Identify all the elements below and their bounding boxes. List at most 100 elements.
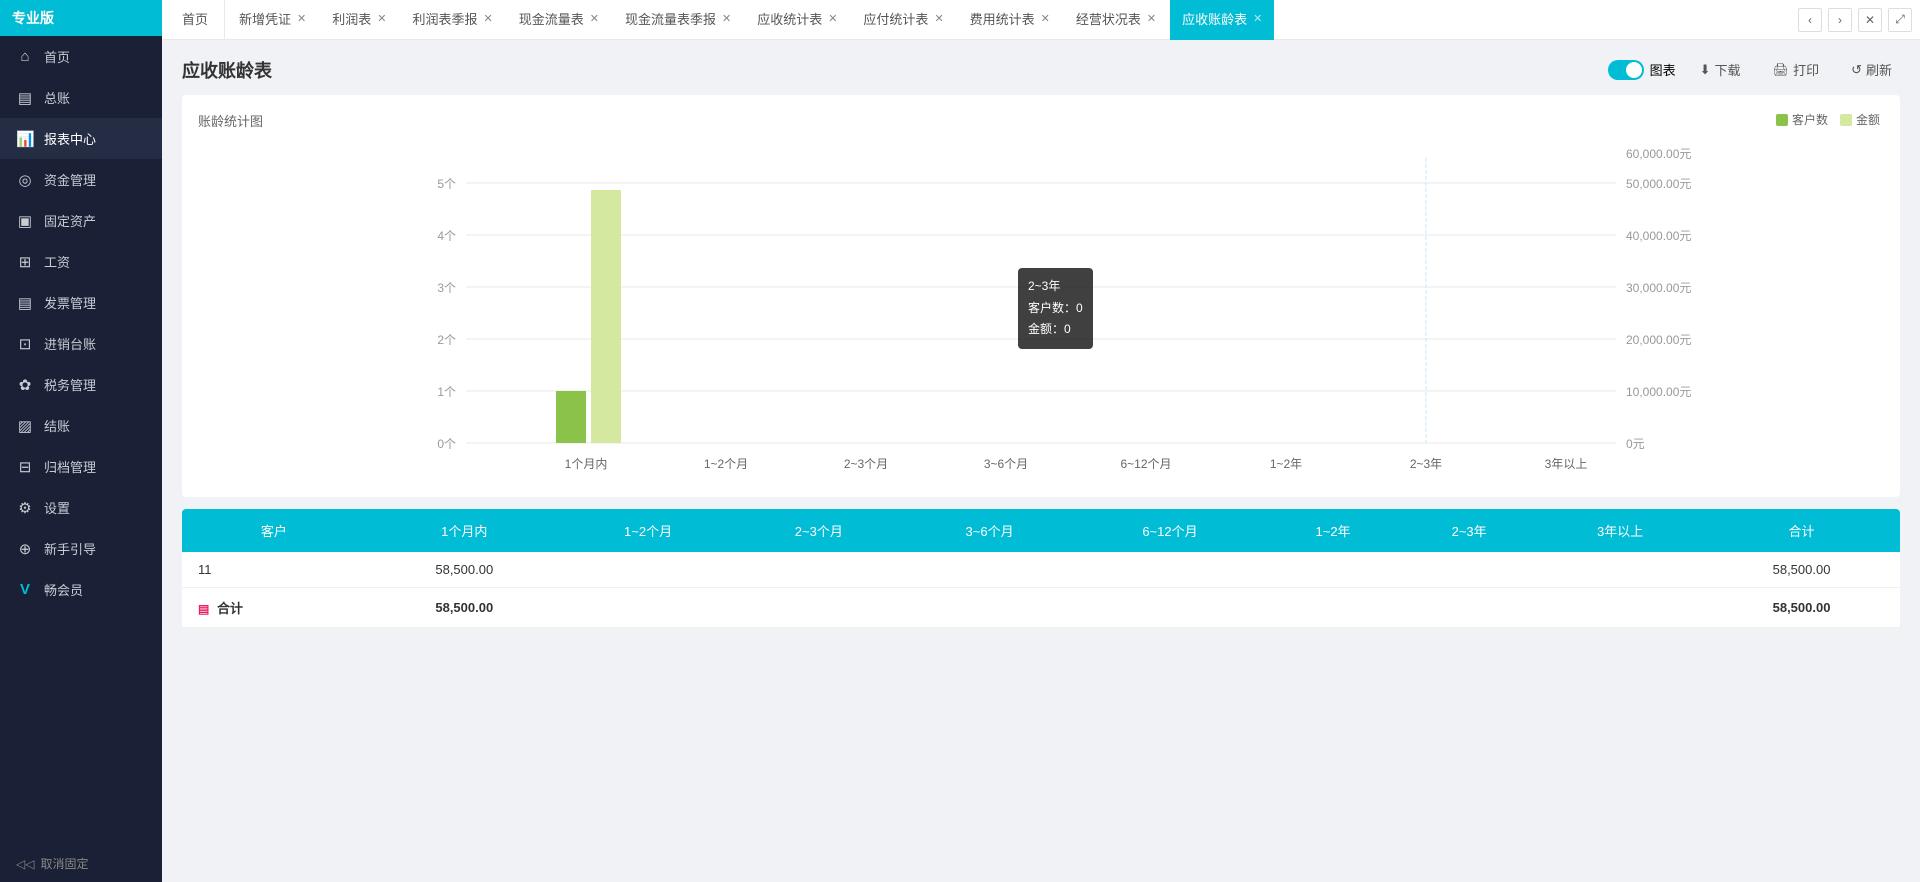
bar-customer-1[interactable] xyxy=(556,391,586,443)
sidebar-item-reports[interactable]: 📊 报表中心 xyxy=(0,118,162,159)
toggle-track[interactable] xyxy=(1608,60,1644,80)
table-total-row: ▤ 合计 58,500.00 58,500.00 xyxy=(182,588,1900,628)
sidebar-label-archive: 归档管理 xyxy=(44,457,96,476)
sidebar-label-guide: 新手引导 xyxy=(44,539,96,558)
chart-svg-container: 0个 1个 2个 3个 4个 5个 0元 10,000.00元 20,000.0… xyxy=(198,138,1884,481)
tab-ap-stat[interactable]: 应付统计表 ✕ xyxy=(851,0,955,40)
total-m12 xyxy=(563,588,734,628)
tab-profit-quarter-label: 利润表季报 xyxy=(412,9,477,28)
tab-ar-stat-label: 应收统计表 xyxy=(757,9,822,28)
sidebar-item-ledger[interactable]: ▤ 总账 xyxy=(0,77,162,118)
legend-customer-label: 客户数 xyxy=(1792,111,1828,128)
svg-text:1个: 1个 xyxy=(437,385,456,399)
refresh-label: 刷新 xyxy=(1866,60,1892,79)
print-icon: 🖨 xyxy=(1773,62,1790,78)
svg-text:50,000.00元: 50,000.00元 xyxy=(1626,177,1691,191)
tab-ar-aging-close[interactable]: ✕ xyxy=(1253,12,1262,25)
tab-ap-stat-close[interactable]: ✕ xyxy=(934,12,943,25)
sidebar-label-settings: 设置 xyxy=(44,498,70,517)
tab-ar-stat-close[interactable]: ✕ xyxy=(828,12,837,25)
header-actions: 图表 ⬇ 下载 🖨 打印 ↺ 刷新 xyxy=(1608,56,1900,83)
table-row: 11 58,500.00 58,500.00 xyxy=(182,552,1900,588)
download-button[interactable]: ⬇ 下载 xyxy=(1692,56,1749,83)
svg-text:2~3个月: 2~3个月 xyxy=(844,457,888,471)
svg-text:0个: 0个 xyxy=(437,437,456,451)
svg-text:2~3年: 2~3年 xyxy=(1410,457,1442,471)
tab-home[interactable]: 首页 xyxy=(170,0,225,40)
svg-text:60,000.00元: 60,000.00元 xyxy=(1626,147,1691,161)
tab-expense-stat-label: 费用统计表 xyxy=(970,9,1035,28)
print-button[interactable]: 🖨 打印 xyxy=(1765,56,1828,83)
sidebar-label-salary: 工资 xyxy=(44,252,70,271)
download-label: 下载 xyxy=(1715,60,1741,79)
chart-title: 账龄统计图 xyxy=(198,111,1884,130)
tab-expense-stat[interactable]: 费用统计表 ✕ xyxy=(958,0,1062,40)
sidebar-label-invoice: 发票管理 xyxy=(44,293,96,312)
col-y12: 1~2年 xyxy=(1265,509,1401,552)
total-m23 xyxy=(733,588,904,628)
tab-cashflow-quarter-close[interactable]: ✕ xyxy=(722,12,731,25)
sidebar-item-home[interactable]: ⌂ 首页 xyxy=(0,36,162,77)
tab-cashflow-quarter[interactable]: 现金流量表季报 ✕ xyxy=(613,0,743,40)
svg-text:4个: 4个 xyxy=(437,229,456,243)
invoice-icon: ▤ xyxy=(16,294,34,312)
sidebar-item-close-acct[interactable]: ▨ 结账 xyxy=(0,405,162,446)
svg-text:20,000.00元: 20,000.00元 xyxy=(1626,333,1691,347)
tab-next-button[interactable]: › xyxy=(1828,8,1852,32)
legend-customer-dot xyxy=(1776,114,1788,126)
tab-cashflow-close[interactable]: ✕ xyxy=(590,12,599,25)
svg-text:30,000.00元: 30,000.00元 xyxy=(1626,281,1691,295)
sidebar-pin-toggle[interactable]: ◁◁ 取消固定 xyxy=(0,845,162,882)
tab-voucher-close[interactable]: ✕ xyxy=(297,12,306,25)
tab-biz-status[interactable]: 经营状况表 ✕ xyxy=(1064,0,1168,40)
sidebar-item-guide[interactable]: ⊕ 新手引导 xyxy=(0,528,162,569)
col-m36: 3~6个月 xyxy=(904,509,1075,552)
page-title: 应收账龄表 xyxy=(182,57,272,83)
tab-expand-button[interactable]: ⤢ xyxy=(1888,8,1912,32)
total-m1: 58,500.00 xyxy=(366,588,563,628)
tab-biz-status-close[interactable]: ✕ xyxy=(1147,12,1156,25)
tab-expense-stat-close[interactable]: ✕ xyxy=(1041,12,1050,25)
tab-profit-quarter[interactable]: 利润表季报 ✕ xyxy=(400,0,504,40)
svg-text:3~6个月: 3~6个月 xyxy=(984,457,1028,471)
tax-icon: ✿ xyxy=(16,376,34,394)
sidebar-label-reports: 报表中心 xyxy=(44,129,96,148)
col-total: 合计 xyxy=(1703,509,1900,552)
tab-prev-button[interactable]: ‹ xyxy=(1798,8,1822,32)
sidebar-item-invoice[interactable]: ▤ 发票管理 xyxy=(0,282,162,323)
total-total: 58,500.00 xyxy=(1703,588,1900,628)
tab-profit-quarter-close[interactable]: ✕ xyxy=(484,12,493,25)
tab-cashflow-label: 现金流量表 xyxy=(519,9,584,28)
settings-icon: ⚙ xyxy=(16,499,34,517)
sidebar-item-tax[interactable]: ✿ 税务管理 xyxy=(0,364,162,405)
tab-ar-stat[interactable]: 应收统计表 ✕ xyxy=(745,0,849,40)
bar-amount-1[interactable] xyxy=(591,190,621,443)
sidebar-item-archive[interactable]: ⊟ 归档管理 xyxy=(0,446,162,487)
cell-m612 xyxy=(1075,552,1265,588)
tab-close-all-button[interactable]: ✕ xyxy=(1858,8,1882,32)
tab-cashflow[interactable]: 现金流量表 ✕ xyxy=(507,0,611,40)
total-y23 xyxy=(1401,588,1537,628)
pin-icon: ◁◁ xyxy=(16,857,34,871)
cell-y12 xyxy=(1265,552,1401,588)
chart-toggle[interactable]: 图表 xyxy=(1608,60,1676,80)
tab-ar-aging[interactable]: 应收账龄表 ✕ xyxy=(1170,0,1274,40)
sidebar-item-member[interactable]: V 畅会员 xyxy=(0,569,162,610)
sidebar-item-funds[interactable]: ◎ 资金管理 xyxy=(0,159,162,200)
tab-profit[interactable]: 利润表 ✕ xyxy=(320,0,398,40)
sidebar-item-settings[interactable]: ⚙ 设置 xyxy=(0,487,162,528)
col-m612: 6~12个月 xyxy=(1075,509,1265,552)
svg-text:1个月内: 1个月内 xyxy=(565,457,608,471)
tab-controls: ‹ › ✕ ⤢ xyxy=(1798,8,1912,32)
refresh-button[interactable]: ↺ 刷新 xyxy=(1843,56,1900,83)
tab-voucher[interactable]: 新增凭证 ✕ xyxy=(227,0,318,40)
tab-profit-close[interactable]: ✕ xyxy=(377,12,386,25)
sidebar-item-salary[interactable]: ⊞ 工资 xyxy=(0,241,162,282)
col-m1: 1个月内 xyxy=(366,509,563,552)
tab-cashflow-quarter-label: 现金流量表季报 xyxy=(625,9,716,28)
sidebar-logo: 专业版 xyxy=(0,0,162,36)
tab-profit-label: 利润表 xyxy=(332,9,371,28)
cell-m1: 58,500.00 xyxy=(366,552,563,588)
sidebar-item-assets[interactable]: ▣ 固定资产 xyxy=(0,200,162,241)
sidebar-item-inventory[interactable]: ⊡ 进销台账 xyxy=(0,323,162,364)
